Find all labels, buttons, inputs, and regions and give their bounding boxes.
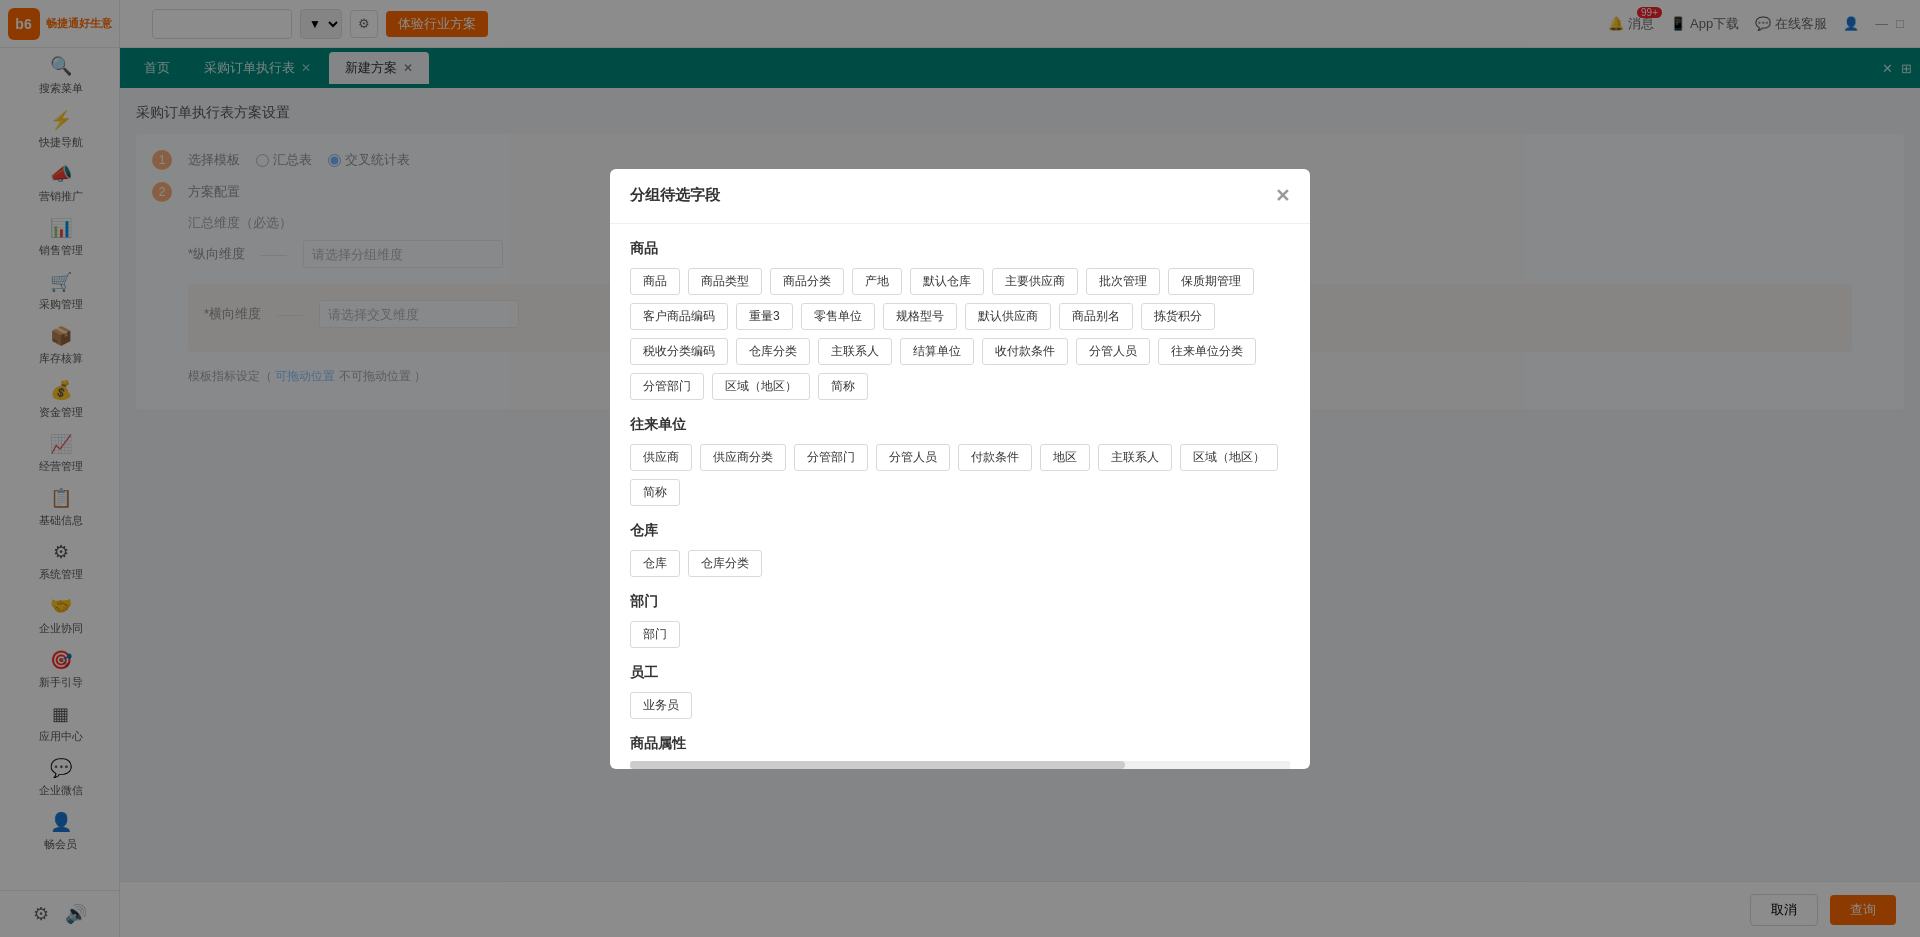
field-tag-规格型号[interactable]: 规格型号 — [883, 303, 957, 330]
field-list-employee: 业务员 — [630, 692, 1290, 719]
field-tag-简称[interactable]: 简称 — [818, 373, 868, 400]
field-tag-零售单位[interactable]: 零售单位 — [801, 303, 875, 330]
field-tag-主联系人[interactable]: 主联系人 — [1098, 444, 1172, 471]
field-tag-主联系人[interactable]: 主联系人 — [818, 338, 892, 365]
modal-body[interactable]: 商品商品商品类型商品分类产地默认仓库主要供应商批次管理保质期管理客户商品编码重量… — [610, 224, 1310, 761]
modal-title: 分组待选字段 — [630, 186, 720, 205]
field-tag-商品[interactable]: 商品 — [630, 268, 680, 295]
field-tag-分管人员[interactable]: 分管人员 — [876, 444, 950, 471]
section-title-department: 部门 — [630, 593, 1290, 611]
field-tag-默认仓库[interactable]: 默认仓库 — [910, 268, 984, 295]
field-tag-批次管理[interactable]: 批次管理 — [1086, 268, 1160, 295]
field-tag-仓库分类[interactable]: 仓库分类 — [736, 338, 810, 365]
field-list-department: 部门 — [630, 621, 1290, 648]
field-tag-保质期管理[interactable]: 保质期管理 — [1168, 268, 1254, 295]
field-tag-简称[interactable]: 简称 — [630, 479, 680, 506]
field-list-partner: 供应商供应商分类分管部门分管人员付款条件地区主联系人区域（地区） 简称 — [630, 444, 1290, 506]
field-tag-商品类型[interactable]: 商品类型 — [688, 268, 762, 295]
field-tag-商品分类[interactable]: 商品分类 — [770, 268, 844, 295]
field-tag-区域（地区）[interactable]: 区域（地区） — [1180, 444, 1278, 471]
modal-close-button[interactable]: ✕ — [1275, 185, 1290, 207]
field-tag-结算单位[interactable]: 结算单位 — [900, 338, 974, 365]
section-title-employee: 员工 — [630, 664, 1290, 682]
field-list-goods: 商品商品类型商品分类产地默认仓库主要供应商批次管理保质期管理客户商品编码重量3 零… — [630, 268, 1290, 400]
field-list-warehouse: 仓库仓库分类 — [630, 550, 1290, 577]
field-tag-税收分类编码[interactable]: 税收分类编码 — [630, 338, 728, 365]
section-title-warehouse: 仓库 — [630, 522, 1290, 540]
field-tag-拣货积分[interactable]: 拣货积分 — [1141, 303, 1215, 330]
field-tag-客户商品编码[interactable]: 客户商品编码 — [630, 303, 728, 330]
section-title-goods: 商品 — [630, 240, 1290, 258]
field-tag-默认供应商[interactable]: 默认供应商 — [965, 303, 1051, 330]
field-tag-部门[interactable]: 部门 — [630, 621, 680, 648]
field-tag-分管部门[interactable]: 分管部门 — [794, 444, 868, 471]
field-tag-主要供应商[interactable]: 主要供应商 — [992, 268, 1078, 295]
field-tag-产地[interactable]: 产地 — [852, 268, 902, 295]
field-tag-付款条件[interactable]: 付款条件 — [958, 444, 1032, 471]
field-tag-地区[interactable]: 地区 — [1040, 444, 1090, 471]
field-tag-分管人员[interactable]: 分管人员 — [1076, 338, 1150, 365]
field-tag-区域（地区）[interactable]: 区域（地区） — [712, 373, 810, 400]
field-tag-仓库分类[interactable]: 仓库分类 — [688, 550, 762, 577]
section-title-product_attr: 商品属性 — [630, 735, 1290, 753]
field-tag-往来单位分类[interactable]: 往来单位分类 — [1158, 338, 1256, 365]
field-tag-重量3[interactable]: 重量3 — [736, 303, 793, 330]
field-tag-分管部门[interactable]: 分管部门 — [630, 373, 704, 400]
field-tag-商品别名[interactable]: 商品别名 — [1059, 303, 1133, 330]
modal: 分组待选字段 ✕ 商品商品商品类型商品分类产地默认仓库主要供应商批次管理保质期管… — [610, 169, 1310, 769]
modal-header: 分组待选字段 ✕ — [610, 169, 1310, 224]
field-tag-收付款条件[interactable]: 收付款条件 — [982, 338, 1068, 365]
field-tag-供应商[interactable]: 供应商 — [630, 444, 692, 471]
modal-overlay: 分组待选字段 ✕ 商品商品商品类型商品分类产地默认仓库主要供应商批次管理保质期管… — [0, 0, 1920, 937]
field-tag-业务员[interactable]: 业务员 — [630, 692, 692, 719]
field-tag-仓库[interactable]: 仓库 — [630, 550, 680, 577]
section-title-partner: 往来单位 — [630, 416, 1290, 434]
field-tag-供应商分类[interactable]: 供应商分类 — [700, 444, 786, 471]
